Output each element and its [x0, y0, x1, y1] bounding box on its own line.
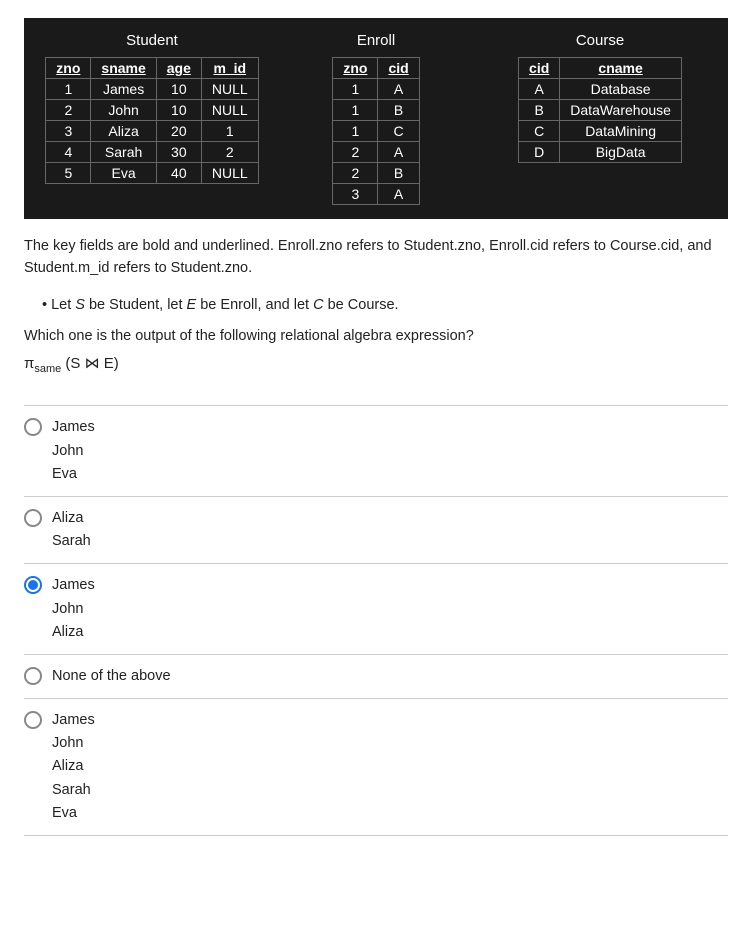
course-col-cname: cname: [560, 58, 682, 79]
table-row: ADatabase: [519, 79, 682, 100]
tables-section: Student zno sname age m_id 1James10NULL2…: [24, 18, 728, 219]
description-text: The key fields are bold and underlined. …: [24, 235, 728, 280]
enroll-table-section: Enroll zno cid 1A1B1C2A2B3A: [264, 32, 488, 205]
options-container: JamesJohnEva AlizaSarah JamesJohnAliza None…: [24, 405, 728, 836]
expression-subscript: same: [34, 363, 61, 375]
radio-button[interactable]: [24, 418, 42, 436]
student-col-sname: sname: [91, 58, 156, 79]
expression-text: πsame (S ⋈ E): [24, 354, 728, 375]
option-text: JamesJohnAliza: [52, 574, 95, 644]
student-col-mid: m_id: [201, 58, 258, 79]
table-row: 5Eva40NULL: [46, 163, 258, 184]
table-row: 3Aliza201: [46, 121, 258, 142]
option-text: JamesJohnEva: [52, 416, 95, 486]
option-text: AlizaSarah: [52, 507, 91, 553]
table-row: 1C: [333, 121, 419, 142]
radio-inner-dot: [28, 580, 38, 590]
table-row: 1A: [333, 79, 419, 100]
course-table-title: Course: [488, 32, 712, 49]
bullet-text: Let S be Student, let E be Enroll, and l…: [42, 294, 728, 316]
table-row: 2A: [333, 142, 419, 163]
enroll-col-zno: zno: [333, 58, 378, 79]
option-item[interactable]: None of the above: [24, 655, 728, 699]
table-row: BDataWarehouse: [519, 100, 682, 121]
table-row: 1B: [333, 100, 419, 121]
table-row: 2John10NULL: [46, 100, 258, 121]
table-row: CDataMining: [519, 121, 682, 142]
enroll-col-cid: cid: [378, 58, 419, 79]
option-item[interactable]: JamesJohnAlizaSarahEva: [24, 699, 728, 836]
pi-symbol: π: [24, 355, 34, 372]
table-row: DBigData: [519, 142, 682, 163]
option-text: None of the above: [52, 665, 171, 688]
radio-button[interactable]: [24, 509, 42, 527]
option-item[interactable]: JamesJohnEva: [24, 405, 728, 497]
student-col-age: age: [156, 58, 201, 79]
table-row: 2B: [333, 163, 419, 184]
student-table: zno sname age m_id 1James10NULL2John10NU…: [45, 57, 258, 184]
student-table-title: Student: [40, 32, 264, 49]
table-row: 4Sarah302: [46, 142, 258, 163]
student-table-section: Student zno sname age m_id 1James10NULL2…: [40, 32, 264, 205]
enroll-table: zno cid 1A1B1C2A2B3A: [332, 57, 419, 205]
table-row: 1James10NULL: [46, 79, 258, 100]
student-col-zno: zno: [46, 58, 91, 79]
option-item[interactable]: AlizaSarah: [24, 497, 728, 564]
enroll-table-title: Enroll: [264, 32, 488, 49]
course-table-section: Course cid cname ADatabaseBDataWarehouse…: [488, 32, 712, 205]
course-col-cid: cid: [519, 58, 560, 79]
table-row: 3A: [333, 184, 419, 205]
radio-button[interactable]: [24, 667, 42, 685]
option-text: JamesJohnAlizaSarahEva: [52, 709, 95, 825]
radio-button[interactable]: [24, 576, 42, 594]
radio-button[interactable]: [24, 711, 42, 729]
option-item[interactable]: JamesJohnAliza: [24, 564, 728, 655]
question-text: Which one is the output of the following…: [24, 328, 728, 344]
course-table: cid cname ADatabaseBDataWarehouseCDataMi…: [518, 57, 682, 163]
